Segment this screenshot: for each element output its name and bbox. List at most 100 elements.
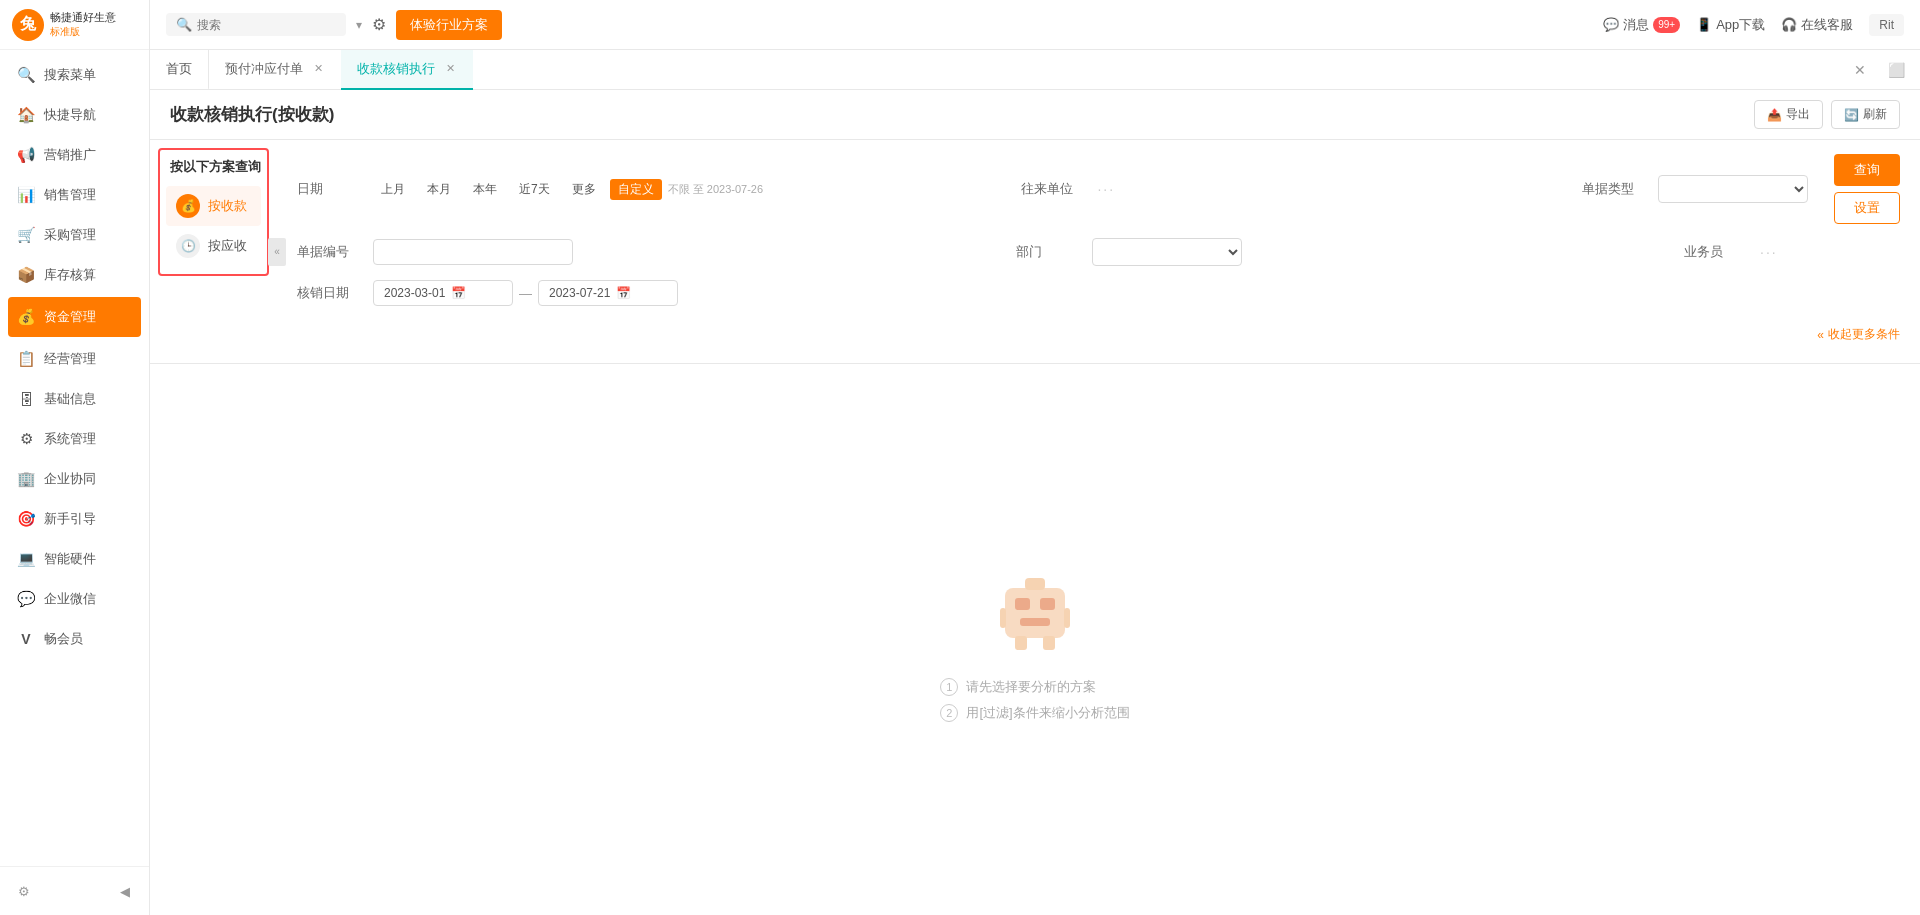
- svg-rect-3: [1020, 618, 1050, 626]
- svg-rect-9: [1043, 636, 1055, 650]
- doc-no-label: 单据编号: [297, 243, 357, 261]
- page-title: 收款核销执行(按收款): [170, 103, 334, 126]
- hint-num-2: 2: [940, 704, 958, 722]
- date-this-year-btn[interactable]: 本年: [465, 178, 505, 201]
- sales-person-label: 业务员: [1684, 243, 1744, 261]
- search-menu-icon: 🔍: [16, 65, 36, 85]
- doc-no-input[interactable]: [373, 239, 573, 265]
- verify-date-end-field[interactable]: 2023-07-21 📅: [538, 280, 678, 306]
- counterpart-label: 往来单位: [1021, 180, 1081, 198]
- filter-row-2: 单据编号 部门 业务员 ···: [297, 238, 1900, 266]
- sidebar-item-quick-nav[interactable]: 🏠 快捷导航: [0, 95, 149, 135]
- topbar-gear-icon[interactable]: ⚙: [372, 15, 386, 34]
- sidebar-item-basic-info[interactable]: 🗄 基础信息: [0, 379, 149, 419]
- by-receivable-icon: 🕒: [176, 234, 200, 258]
- date-last-month-btn[interactable]: 上月: [373, 178, 413, 201]
- maximize-button[interactable]: ⬜: [1882, 56, 1910, 84]
- filter-row-1: 日期 上月 本月 本年 近7天 更多 自定义 不限 至 2023-07-26 往…: [297, 154, 1900, 224]
- sidebar-bottom: ⚙ ◀: [0, 866, 149, 915]
- sidebar-item-purchase[interactable]: 🛒 采购管理: [0, 215, 149, 255]
- message-button[interactable]: 💬 消息 99+: [1603, 16, 1680, 34]
- filter-row-3: 核销日期 2023-03-01 📅 — 2023-07-21 📅: [297, 280, 1900, 306]
- search-input[interactable]: [197, 18, 317, 32]
- date-label: 日期: [297, 180, 357, 198]
- industry-solution-button[interactable]: 体验行业方案: [396, 10, 502, 40]
- app-logo: 兔 畅捷通好生意 标准版: [0, 0, 149, 50]
- sidebar-item-marketing[interactable]: 📢 营销推广: [0, 135, 149, 175]
- date-7days-btn[interactable]: 近7天: [511, 178, 558, 201]
- message-badge: 99+: [1653, 17, 1680, 33]
- tab-prepay[interactable]: 预付冲应付单 ✕: [209, 50, 341, 90]
- sidebar-item-wechat-biz[interactable]: 💬 企业微信: [0, 579, 149, 619]
- collapse-more-button[interactable]: « 收起更多条件: [1817, 326, 1900, 343]
- setting-button[interactable]: 设置: [1834, 192, 1900, 224]
- page-top-bar: 收款核销执行(按收款) 📤 导出 🔄 刷新: [150, 90, 1920, 140]
- svg-rect-0: [1005, 588, 1065, 638]
- verify-date-label: 核销日期: [297, 284, 357, 302]
- date-more-btn[interactable]: 更多: [564, 178, 604, 201]
- tab-bar: 首页 预付冲应付单 ✕ 收款核销执行 ✕ ✕ ⬜: [150, 50, 1920, 90]
- by-receipt-icon: 💰: [176, 194, 200, 218]
- filter-scheme-box: 按以下方案查询 💰 按收款 🕒 按应收: [158, 148, 269, 276]
- system-icon: ⚙: [16, 429, 36, 449]
- date-separator: —: [519, 286, 532, 301]
- tab-prepay-close-icon[interactable]: ✕: [311, 62, 325, 76]
- tab-home[interactable]: 首页: [150, 50, 209, 90]
- page-toolbar: 📤 导出 🔄 刷新: [1754, 100, 1900, 129]
- tab-receipt-verify[interactable]: 收款核销执行 ✕: [341, 50, 473, 90]
- wechat-biz-icon: 💬: [16, 589, 36, 609]
- smart-hw-icon: 💻: [16, 549, 36, 569]
- sidebar-item-smart-hw[interactable]: 💻 智能硬件: [0, 539, 149, 579]
- empty-hint-1: 1 请先选择要分析的方案: [940, 678, 1129, 696]
- online-service-button[interactable]: 🎧 在线客服: [1781, 16, 1853, 34]
- tab-receipt-verify-close-icon[interactable]: ✕: [443, 62, 457, 76]
- sidebar-item-sales[interactable]: 📊 销售管理: [0, 175, 149, 215]
- sidebar-item-member[interactable]: V 畅会员: [0, 619, 149, 659]
- filter-by-receipt[interactable]: 💰 按收款: [166, 186, 261, 226]
- refresh-button[interactable]: 🔄 刷新: [1831, 100, 1900, 129]
- doc-type-select[interactable]: [1658, 175, 1808, 203]
- sidebar-item-enterprise[interactable]: 🏢 企业协同: [0, 459, 149, 499]
- search-box[interactable]: 🔍: [166, 13, 346, 36]
- filter-actions-row: « 收起更多条件: [297, 320, 1900, 349]
- filter-sidebar-title: 按以下方案查询: [166, 158, 261, 176]
- sidebar-item-capital[interactable]: 💰 资金管理: [8, 297, 141, 337]
- message-icon: 💬: [1603, 17, 1619, 32]
- svg-rect-8: [1015, 636, 1027, 650]
- logo-icon: 兔: [12, 9, 44, 41]
- filter-by-receivable[interactable]: 🕒 按应收: [166, 226, 261, 266]
- export-button[interactable]: 📤 导出: [1754, 100, 1823, 129]
- sidebar-item-system[interactable]: ⚙ 系统管理: [0, 419, 149, 459]
- settings-button[interactable]: ⚙: [10, 877, 38, 905]
- calendar-end-icon: 📅: [616, 286, 631, 300]
- date-this-month-btn[interactable]: 本月: [419, 178, 459, 201]
- svg-rect-2: [1040, 598, 1055, 610]
- user-menu[interactable]: Rit: [1869, 14, 1904, 36]
- query-setting-group: 查询 设置: [1834, 154, 1900, 224]
- tabbar-actions: ✕ ⬜: [1846, 56, 1920, 84]
- sidebar-item-business[interactable]: 📋 经营管理: [0, 339, 149, 379]
- search-dropdown-icon[interactable]: ▾: [356, 18, 362, 32]
- online-service-icon: 🎧: [1781, 17, 1797, 32]
- app-download-button[interactable]: 📱 App下载: [1696, 16, 1765, 34]
- date-custom-btn[interactable]: 自定义: [610, 179, 662, 200]
- collapse-filter-sidebar-button[interactable]: «: [268, 238, 286, 266]
- business-icon: 📋: [16, 349, 36, 369]
- calendar-start-icon: 📅: [451, 286, 466, 300]
- logo-text: 畅捷通好生意 标准版: [50, 10, 116, 38]
- marketing-icon: 📢: [16, 145, 36, 165]
- purchase-icon: 🛒: [16, 225, 36, 245]
- query-button[interactable]: 查询: [1834, 154, 1900, 186]
- collapse-sidebar-button[interactable]: ◀: [111, 877, 139, 905]
- quick-nav-icon: 🏠: [16, 105, 36, 125]
- sidebar-item-inventory[interactable]: 📦 库存核算: [0, 255, 149, 295]
- verify-date-start-field[interactable]: 2023-03-01 📅: [373, 280, 513, 306]
- svg-rect-6: [1000, 608, 1006, 628]
- dept-select[interactable]: [1092, 238, 1242, 266]
- empty-hints: 1 请先选择要分析的方案 2 用[过滤]条件来缩小分析范围: [940, 678, 1129, 722]
- sidebar-item-beginner[interactable]: 🎯 新手引导: [0, 499, 149, 539]
- close-tab-button[interactable]: ✕: [1846, 56, 1874, 84]
- sidebar-item-search-menu[interactable]: 🔍 搜索菜单: [0, 55, 149, 95]
- date-options-group: 上月 本月 本年 近7天 更多 自定义 不限 至 2023-07-26: [373, 178, 763, 201]
- collapse-icon: «: [1817, 328, 1824, 342]
